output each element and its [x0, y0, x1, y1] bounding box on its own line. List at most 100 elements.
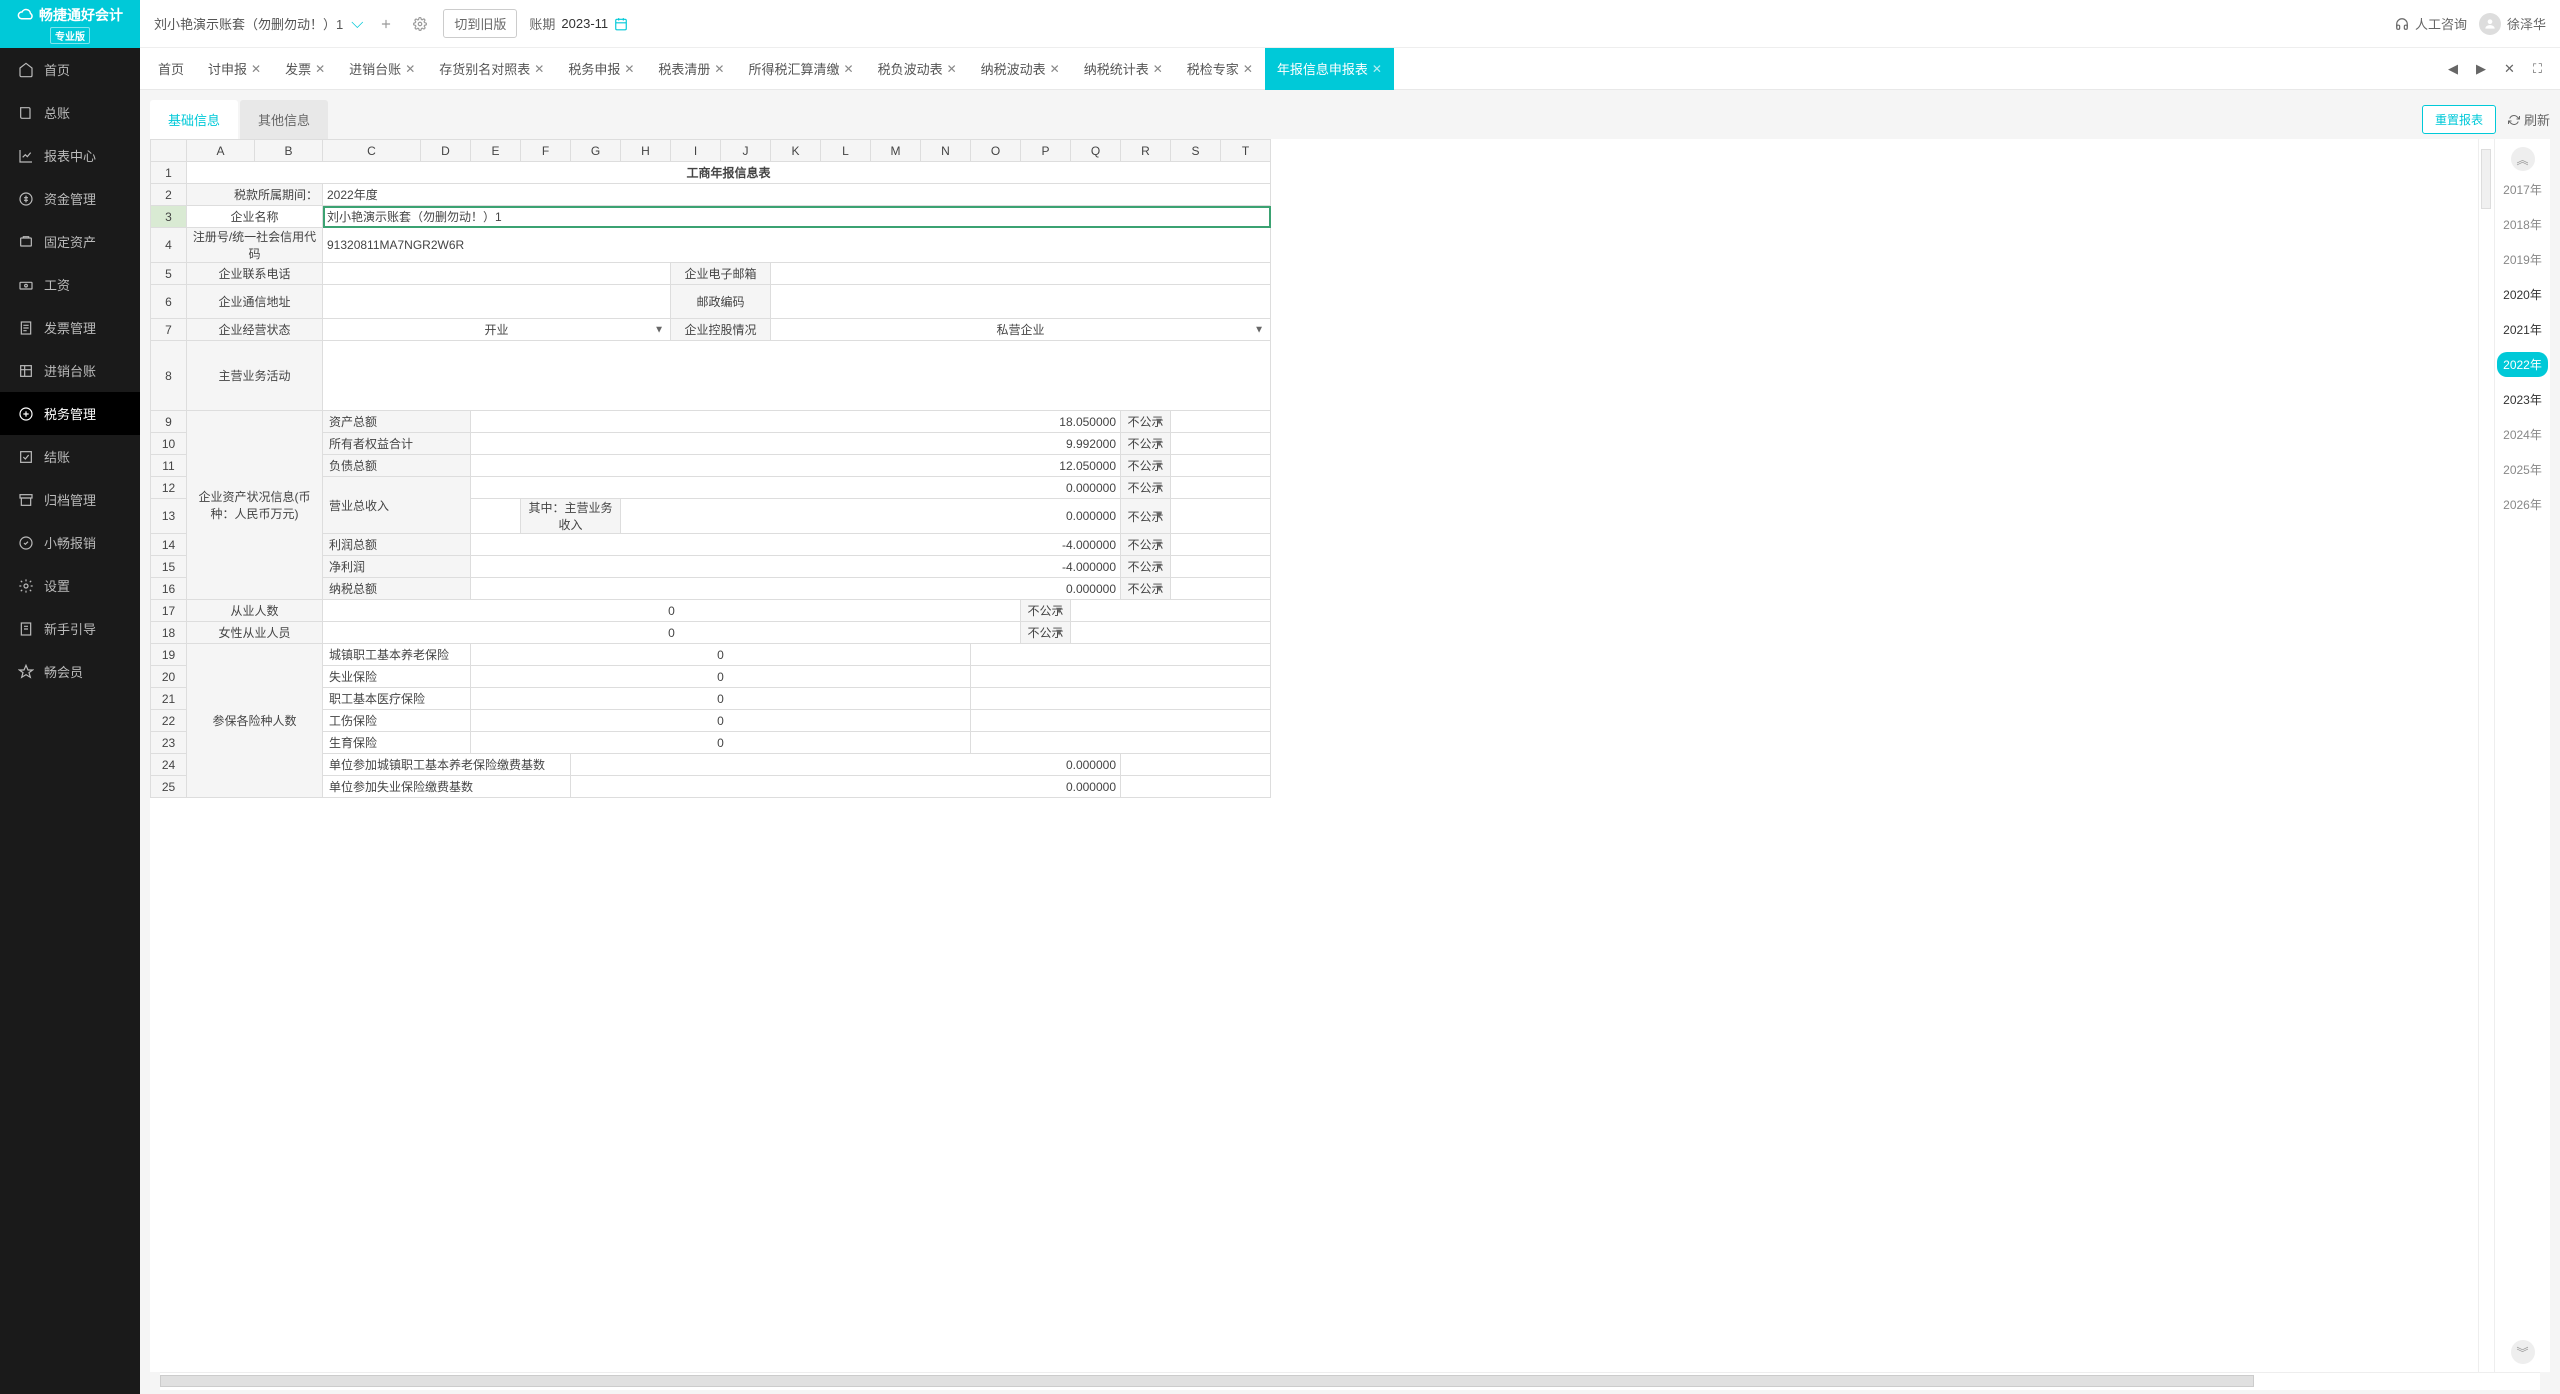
- cell-value[interactable]: -4.000000: [471, 534, 1121, 556]
- calendar-icon[interactable]: [614, 17, 628, 31]
- tabs-next-button[interactable]: ▶: [2470, 57, 2492, 81]
- tabs-fullscreen-button[interactable]: ⛶: [2527, 57, 2548, 81]
- nav-item-archive[interactable]: 归档管理: [0, 478, 140, 521]
- cell-value[interactable]: 12.050000: [471, 455, 1121, 477]
- nav-item-tax[interactable]: 税务管理: [0, 392, 140, 435]
- nav-item-chart[interactable]: 报表中心: [0, 134, 140, 177]
- cell-value[interactable]: [323, 341, 1271, 411]
- close-icon[interactable]: ✕: [947, 62, 957, 76]
- col-header[interactable]: A: [187, 140, 255, 162]
- row-header[interactable]: 16: [151, 578, 187, 600]
- nav-item-expense[interactable]: 小畅报销: [0, 521, 140, 564]
- row-header[interactable]: 20: [151, 666, 187, 688]
- cell-value[interactable]: 2022年度: [323, 184, 1271, 206]
- cell-value[interactable]: 0: [323, 600, 1021, 622]
- close-icon[interactable]: ✕: [405, 62, 415, 76]
- nav-item-vip[interactable]: 畅会员: [0, 650, 140, 693]
- dropdown-cell[interactable]: 不公示▼: [1021, 600, 1071, 622]
- row-header[interactable]: 5: [151, 263, 187, 285]
- reset-report-button[interactable]: 重置报表: [2422, 105, 2496, 134]
- col-header[interactable]: I: [671, 140, 721, 162]
- col-header[interactable]: B: [255, 140, 323, 162]
- dropdown-cell[interactable]: 不公示▼: [1121, 534, 1171, 556]
- tab[interactable]: 存货别名对照表✕: [427, 48, 556, 90]
- row-header[interactable]: 3: [151, 206, 187, 228]
- cell-value[interactable]: 0: [471, 710, 971, 732]
- subtab[interactable]: 其他信息: [240, 100, 328, 139]
- col-header[interactable]: G: [571, 140, 621, 162]
- dropdown-cell[interactable]: 不公示▼: [1121, 433, 1171, 455]
- cell-value[interactable]: 刘小艳演示账套（勿删勿动！）1: [323, 206, 1271, 228]
- col-header[interactable]: E: [471, 140, 521, 162]
- close-icon[interactable]: ✕: [1243, 62, 1253, 76]
- nav-item-ledger[interactable]: 进销台账: [0, 349, 140, 392]
- col-header[interactable]: M: [871, 140, 921, 162]
- tab[interactable]: 纳税统计表✕: [1072, 48, 1175, 90]
- cell-value[interactable]: 0: [323, 622, 1021, 644]
- row-header[interactable]: 9: [151, 411, 187, 433]
- nav-item-invoice[interactable]: 发票管理: [0, 306, 140, 349]
- cell-value[interactable]: 0.000000: [571, 776, 1121, 798]
- nav-item-close[interactable]: 结账: [0, 435, 140, 478]
- dropdown-cell[interactable]: 不公示▼: [1021, 622, 1071, 644]
- dropdown-cell[interactable]: 不公示▼: [1121, 556, 1171, 578]
- period-value[interactable]: 2023-11: [561, 16, 608, 31]
- row-header[interactable]: 11: [151, 455, 187, 477]
- cell-value[interactable]: 0: [471, 644, 971, 666]
- brand-logo[interactable]: 畅捷通好会计 专业版: [0, 0, 140, 48]
- col-header[interactable]: C: [323, 140, 421, 162]
- row-header[interactable]: 14: [151, 534, 187, 556]
- col-header[interactable]: F: [521, 140, 571, 162]
- cell-value[interactable]: 91320811MA7NGR2W6R: [323, 228, 1271, 263]
- tabs-close-button[interactable]: ✕: [2498, 57, 2521, 81]
- dropdown-cell[interactable]: 不公示▼: [1121, 499, 1171, 534]
- cell-value[interactable]: 18.050000: [471, 411, 1121, 433]
- user-menu[interactable]: 徐泽华: [2479, 13, 2546, 35]
- nav-item-home[interactable]: 首页: [0, 48, 140, 91]
- row-header[interactable]: 25: [151, 776, 187, 798]
- row-header[interactable]: 8: [151, 341, 187, 411]
- col-header[interactable]: L: [821, 140, 871, 162]
- col-header[interactable]: J: [721, 140, 771, 162]
- tab[interactable]: 税检专家✕: [1175, 48, 1265, 90]
- col-header[interactable]: D: [421, 140, 471, 162]
- row-header[interactable]: 1: [151, 162, 187, 184]
- dropdown-cell[interactable]: 开业▼: [323, 319, 671, 341]
- subtab[interactable]: 基础信息: [150, 100, 238, 139]
- consult-button[interactable]: 人工咨询: [2395, 14, 2467, 33]
- year-up-button[interactable]: ︽: [2511, 147, 2535, 171]
- cell-value[interactable]: 0: [471, 732, 971, 754]
- cell-value[interactable]: [323, 285, 671, 319]
- refresh-button[interactable]: 刷新: [2508, 110, 2550, 129]
- close-icon[interactable]: ✕: [624, 62, 634, 76]
- col-header[interactable]: O: [971, 140, 1021, 162]
- close-icon[interactable]: ✕: [714, 62, 724, 76]
- cell-value[interactable]: 0.000000: [571, 754, 1121, 776]
- tab[interactable]: 税负波动表✕: [866, 48, 969, 90]
- year-item[interactable]: 2020年: [2497, 282, 2548, 307]
- close-icon[interactable]: ✕: [534, 62, 544, 76]
- close-icon[interactable]: ✕: [844, 62, 854, 76]
- add-account-button[interactable]: [375, 13, 397, 35]
- year-item[interactable]: 2022年: [2497, 352, 2548, 377]
- tab[interactable]: 税表清册✕: [646, 48, 736, 90]
- cell-value[interactable]: 0.000000: [471, 477, 1121, 499]
- select-all-cell[interactable]: [151, 140, 187, 162]
- year-down-button[interactable]: ︾: [2511, 1340, 2535, 1364]
- cell-value[interactable]: 0.000000: [471, 578, 1121, 600]
- row-header[interactable]: 19: [151, 644, 187, 666]
- tab[interactable]: 首页: [146, 48, 196, 90]
- row-header[interactable]: 4: [151, 228, 187, 263]
- col-header[interactable]: Q: [1071, 140, 1121, 162]
- cell-value[interactable]: 9.992000: [471, 433, 1121, 455]
- row-header[interactable]: 21: [151, 688, 187, 710]
- row-header[interactable]: 22: [151, 710, 187, 732]
- dropdown-cell[interactable]: 不公示▼: [1121, 578, 1171, 600]
- row-header[interactable]: 2: [151, 184, 187, 206]
- nav-item-money[interactable]: 资金管理: [0, 177, 140, 220]
- cell-value[interactable]: 0: [471, 666, 971, 688]
- col-header[interactable]: S: [1171, 140, 1221, 162]
- tabs-prev-button[interactable]: ◀: [2442, 57, 2464, 81]
- cell-value[interactable]: [771, 263, 1271, 285]
- row-header[interactable]: 12: [151, 477, 187, 499]
